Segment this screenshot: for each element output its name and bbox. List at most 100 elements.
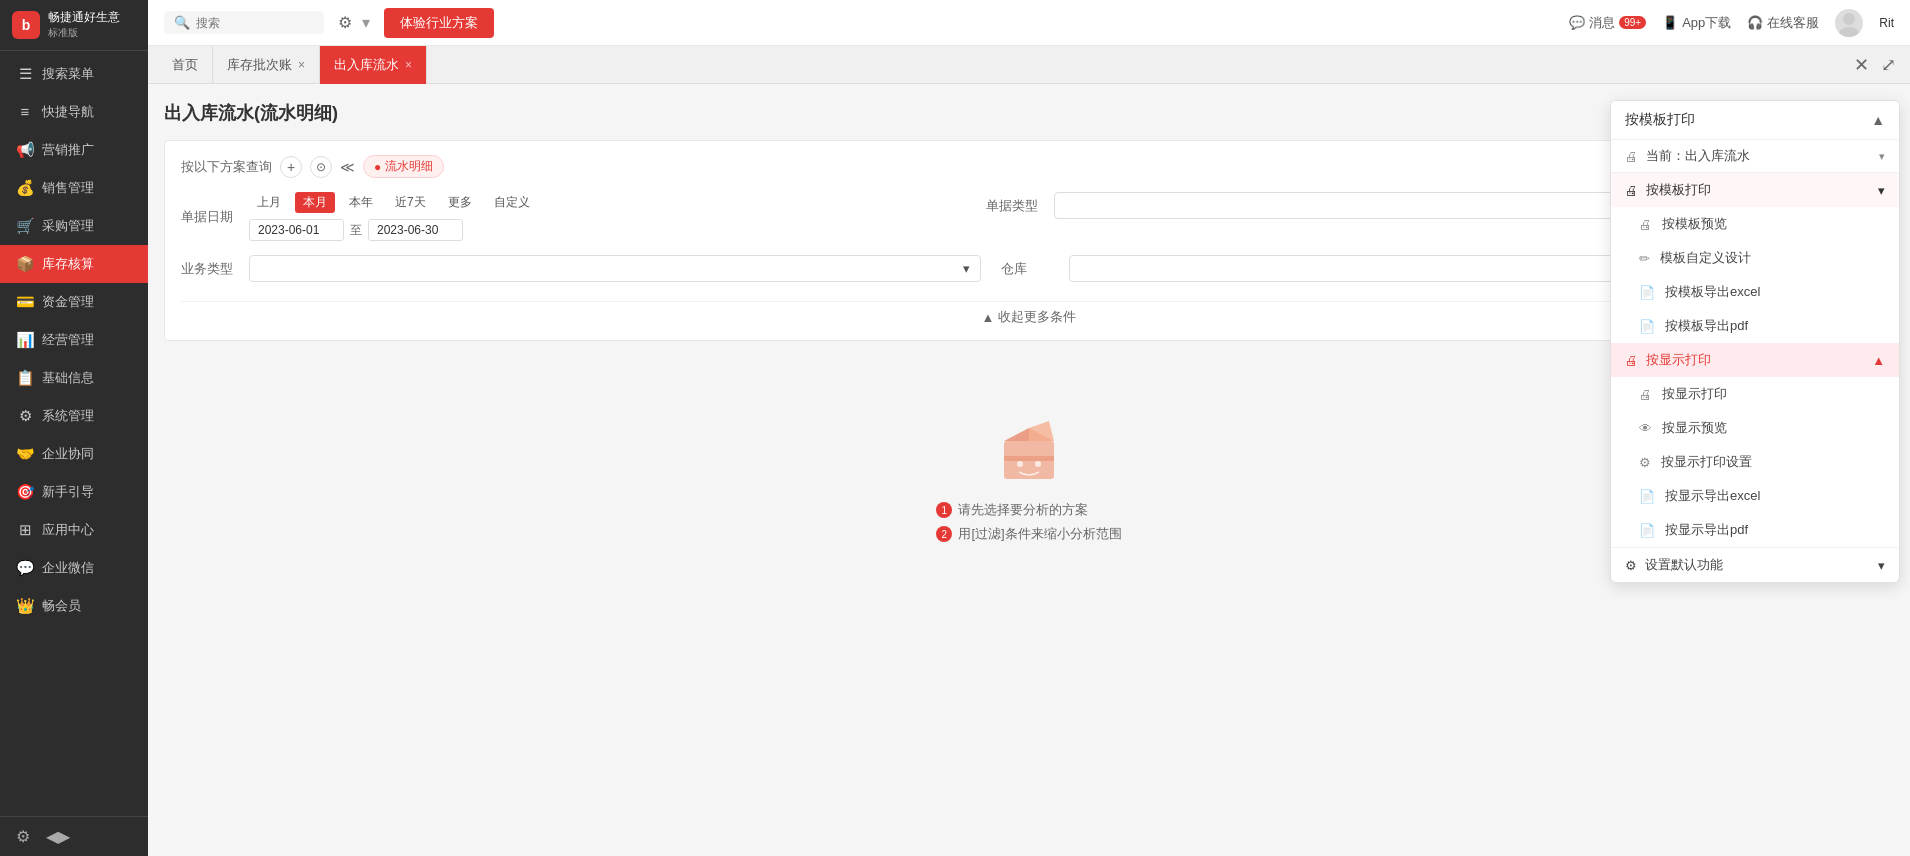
tab-close-all-button[interactable]: ✕: [1846, 54, 1877, 76]
user-avatar[interactable]: [1835, 9, 1863, 37]
date-tab-custom[interactable]: 自定义: [486, 192, 538, 213]
step-1-number: 1: [936, 502, 952, 518]
tab-batch-close[interactable]: ×: [298, 58, 305, 72]
sidebar-item-basics[interactable]: 📋 基础信息: [0, 359, 148, 397]
footer-chevron-icon: ▾: [1878, 558, 1885, 573]
sidebar-item-inventory[interactable]: 📦 库存核算: [0, 245, 148, 283]
basics-icon: 📋: [16, 369, 34, 387]
date-tab-this-year[interactable]: 本年: [341, 192, 381, 213]
app-download-button[interactable]: 📱 App下载: [1662, 14, 1731, 32]
phone-icon: 📱: [1662, 15, 1678, 30]
date-end-input[interactable]: [368, 219, 463, 241]
operations-icon: 📊: [16, 331, 34, 349]
display-preview-item[interactable]: 👁 按显示预览: [1611, 411, 1899, 445]
display-export-pdf-icon: 📄: [1639, 523, 1655, 538]
date-tabs: 上月 本月 本年 近7天 更多 自定义: [249, 192, 966, 213]
tab-flow-close[interactable]: ×: [405, 58, 412, 72]
filter-collapse-button[interactable]: ≪: [340, 159, 355, 175]
sidebar-item-sales[interactable]: 💰 销售管理: [0, 169, 148, 207]
display-print-header-row: 🖨 按显示打印: [1625, 351, 1711, 369]
template-export-excel-item[interactable]: 📄 按模板导出excel: [1611, 275, 1899, 309]
template-print-header-row: 🖨 按模板打印: [1625, 181, 1711, 199]
template-preview-item[interactable]: 🖨 按模板预览: [1611, 207, 1899, 241]
date-tab-more[interactable]: 更多: [440, 192, 480, 213]
dropdown-chevron-up-icon[interactable]: ▲: [1871, 112, 1885, 128]
business-type-select[interactable]: ▾: [249, 255, 981, 282]
weixin-icon: 💬: [16, 559, 34, 577]
sidebar-settings-icon[interactable]: ⚙: [16, 827, 30, 846]
filter-tag-shuimingxi[interactable]: ● 流水明细: [363, 155, 444, 178]
current-item[interactable]: 🖨 当前：出入库流水 ▾: [1611, 140, 1899, 173]
topbar-chevron-icon[interactable]: ▾: [362, 13, 370, 32]
sidebar-item-purchase[interactable]: 🛒 采购管理: [0, 207, 148, 245]
topbar-search-icon: 🔍: [174, 15, 190, 30]
sidebar-item-quick-nav[interactable]: ≡ 快捷导航: [0, 93, 148, 131]
finance-icon: 💳: [16, 293, 34, 311]
empty-state-steps: 1 请先选择要分析的方案 2 用[过滤]条件来缩小分析范围: [936, 501, 1121, 543]
current-icon: 🖨: [1625, 149, 1638, 164]
display-print-settings-item[interactable]: ⚙ 按显示打印设置: [1611, 445, 1899, 479]
display-export-excel-item[interactable]: 📄 按显示导出excel: [1611, 479, 1899, 513]
bill-type-label: 单据类型: [986, 197, 1046, 215]
svg-point-1: [1839, 27, 1859, 37]
svg-marker-4: [1029, 421, 1054, 441]
system-icon: ⚙: [16, 407, 34, 425]
tab-flow[interactable]: 出入库流水 ×: [320, 46, 427, 84]
svg-point-7: [1035, 461, 1041, 467]
message-button[interactable]: 💬 消息 99+: [1569, 14, 1646, 32]
online-service-button[interactable]: 🎧 在线客服: [1747, 14, 1819, 32]
empty-state-icon: [984, 401, 1074, 491]
sidebar: b 畅捷通好生意 标准版 ☰ 搜索菜单 ≡ 快捷导航 📢 营销推广 💰 销售管理…: [0, 0, 148, 856]
template-print-chevron-icon: ▾: [1878, 183, 1885, 198]
sidebar-item-app-center[interactable]: ⊞ 应用中心: [0, 511, 148, 549]
dropdown-title: 按模板打印: [1625, 111, 1695, 129]
sidebar-item-vip[interactable]: 👑 畅会员: [0, 587, 148, 625]
template-export-pdf-item[interactable]: 📄 按模板导出pdf: [1611, 309, 1899, 343]
display-print-section-icon: 🖨: [1625, 353, 1638, 368]
date-tab-7days[interactable]: 近7天: [387, 192, 434, 213]
filter-setting-button[interactable]: ⊙: [310, 156, 332, 178]
date-tab-this-month[interactable]: 本月: [295, 192, 335, 213]
date-tab-last-month[interactable]: 上月: [249, 192, 289, 213]
display-preview-icon: 👁: [1639, 421, 1652, 436]
enterprise-icon: 🤝: [16, 445, 34, 463]
topbar-search-box: 🔍: [164, 11, 324, 34]
tab-home[interactable]: 首页: [158, 46, 213, 84]
svg-rect-5: [1004, 456, 1054, 461]
sidebar-item-finance[interactable]: 💳 资金管理: [0, 283, 148, 321]
tab-batch[interactable]: 库存批次账 ×: [213, 46, 320, 84]
sidebar-item-search[interactable]: ☰ 搜索菜单: [0, 55, 148, 93]
sidebar-footer: ⚙ ◀▶: [0, 816, 148, 856]
business-type-control: ▾: [249, 255, 981, 282]
filter-add-button[interactable]: +: [280, 156, 302, 178]
template-custom-item[interactable]: ✏ 模板自定义设计: [1611, 241, 1899, 275]
topbar-gear-icon[interactable]: ⚙: [338, 13, 352, 32]
display-print-section[interactable]: 🖨 按显示打印 ▲: [1611, 343, 1899, 377]
display-print-icon: 🖨: [1639, 387, 1652, 402]
sidebar-collapse-icon[interactable]: ◀▶: [46, 827, 70, 846]
tab-maximize-icon[interactable]: ⤢: [1877, 54, 1900, 76]
template-preview-icon: 🖨: [1639, 217, 1652, 232]
sidebar-item-marketing[interactable]: 📢 营销推广: [0, 131, 148, 169]
current-chevron-icon: ▾: [1879, 150, 1885, 163]
sidebar-item-weixin[interactable]: 💬 企业微信: [0, 549, 148, 587]
tag-icon: ●: [374, 160, 381, 174]
sidebar-item-operations[interactable]: 📊 经营管理: [0, 321, 148, 359]
solution-button[interactable]: 体验行业方案: [384, 8, 494, 38]
dropdown-footer[interactable]: ⚙ 设置默认功能 ▾: [1611, 547, 1899, 582]
sidebar-item-enterprise[interactable]: 🤝 企业协同: [0, 435, 148, 473]
display-export-excel-icon: 📄: [1639, 489, 1655, 504]
inventory-icon: 📦: [16, 255, 34, 273]
username-label: Rit: [1879, 16, 1894, 30]
collapse-button[interactable]: ▲ 收起更多条件: [982, 308, 1077, 326]
display-print-item[interactable]: 🖨 按显示打印: [1611, 377, 1899, 411]
sidebar-item-guide[interactable]: 🎯 新手引导: [0, 473, 148, 511]
sidebar-item-system[interactable]: ⚙ 系统管理: [0, 397, 148, 435]
display-export-pdf-item[interactable]: 📄 按显示导出pdf: [1611, 513, 1899, 547]
app-logo-icon: b: [12, 11, 40, 39]
date-separator: 至: [350, 222, 362, 239]
business-type-label: 业务类型: [181, 260, 241, 278]
template-print-section[interactable]: 🖨 按模板打印 ▾: [1611, 173, 1899, 207]
date-start-input[interactable]: [249, 219, 344, 241]
topbar-search-input[interactable]: [196, 16, 314, 30]
